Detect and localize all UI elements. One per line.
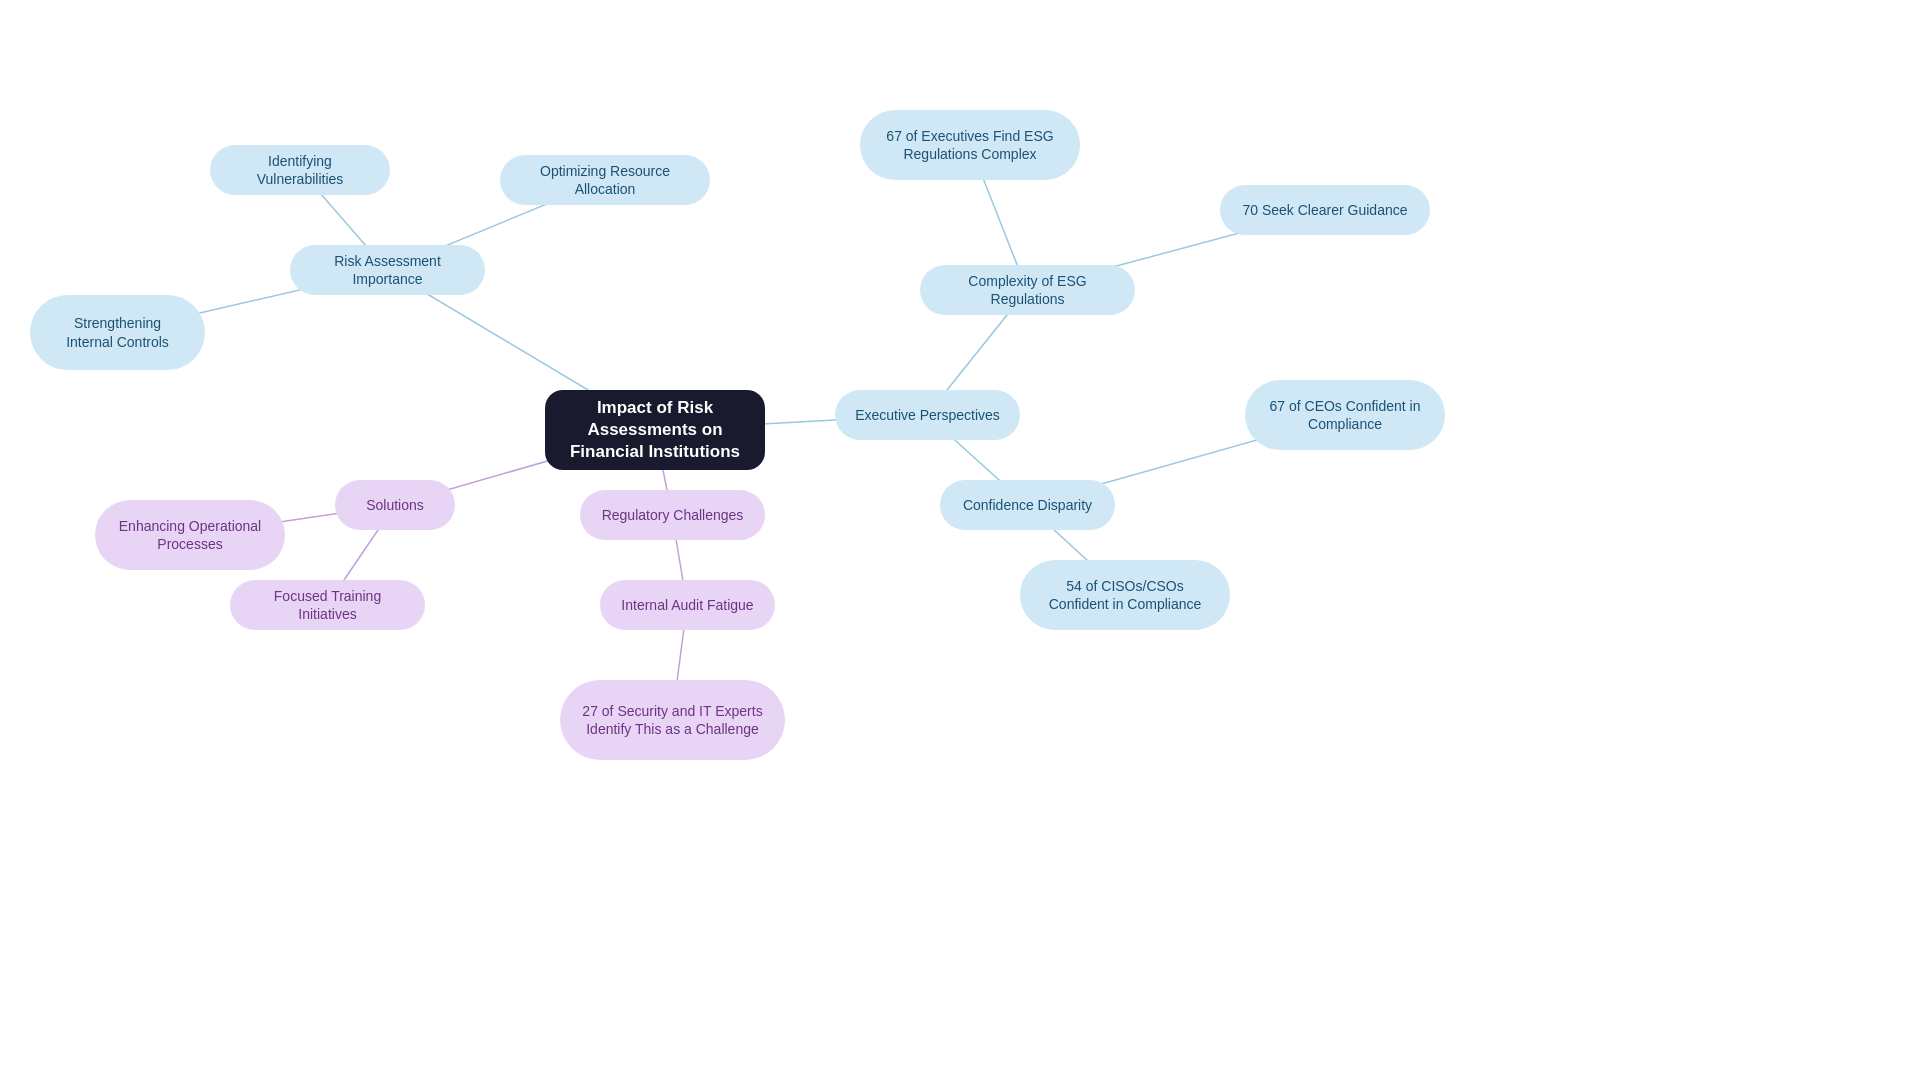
risk-assessment-importance-node: Risk Assessment Importance xyxy=(290,245,485,295)
internal-audit-fatigue-node: Internal Audit Fatigue xyxy=(600,580,775,630)
executive-perspectives-node: Executive Perspectives xyxy=(835,390,1020,440)
security-it-experts-node: 27 of Security and IT Experts Identify T… xyxy=(560,680,785,760)
solutions-node: Solutions xyxy=(335,480,455,530)
regulatory-challenges-node: Regulatory Challenges xyxy=(580,490,765,540)
identifying-vulnerabilities-node: Identifying Vulnerabilities xyxy=(210,145,390,195)
cisos-confident-compliance-node: 54 of CISOs/CSOs Confident in Compliance xyxy=(1020,560,1230,630)
confidence-disparity-node: Confidence Disparity xyxy=(940,480,1115,530)
focused-training-initiatives-node: Focused Training Initiatives xyxy=(230,580,425,630)
strengthening-internal-controls-node: Strengthening Internal Controls xyxy=(30,295,205,370)
ceos-confident-compliance-node: 67 of CEOs Confident in Compliance xyxy=(1245,380,1445,450)
executives-find-esg-complex-node: 67 of Executives Find ESG Regulations Co… xyxy=(860,110,1080,180)
complexity-esg-regulations-node: Complexity of ESG Regulations xyxy=(920,265,1135,315)
optimizing-resource-allocation-node: Optimizing Resource Allocation xyxy=(500,155,710,205)
enhancing-operational-processes-node: Enhancing Operational Processes xyxy=(95,500,285,570)
seek-clearer-guidance-node: 70 Seek Clearer Guidance xyxy=(1220,185,1430,235)
center-node: Impact of Risk Assessments on Financial … xyxy=(545,390,765,470)
